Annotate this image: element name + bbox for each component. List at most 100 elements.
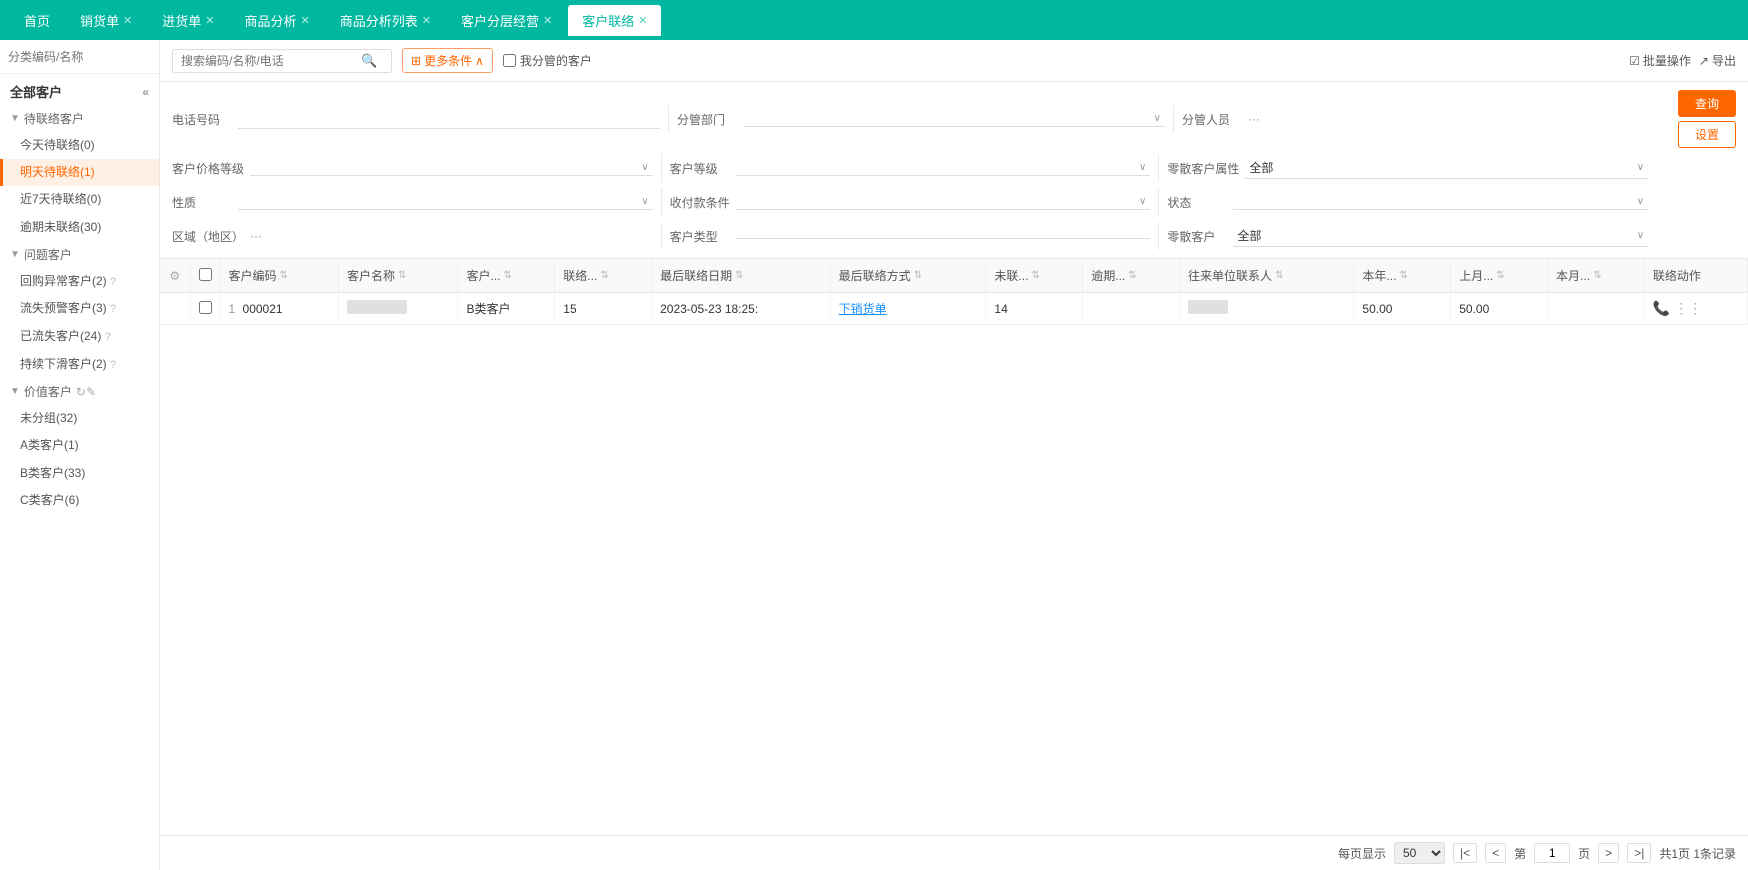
sidebar-item-churn-warning[interactable]: 流失预警客户(3) ? (0, 295, 159, 323)
value-group-refresh-icon[interactable]: ↻ (76, 385, 86, 399)
chevron-down-icon-5: ∨ (641, 196, 648, 207)
nav-purchase-order[interactable]: 进货单 ✕ (148, 5, 228, 36)
sidebar-item-ungrouped[interactable]: 未分组(32) (0, 405, 159, 432)
th-code-sortable[interactable]: 客户编码 ⇅ (229, 267, 331, 284)
setting-button[interactable]: 设置 (1678, 121, 1736, 148)
checkbox-icon: ☑ (1629, 54, 1640, 68)
filter-label-payment: 收付款条件 (670, 194, 730, 211)
export-button[interactable]: ↗ 导出 (1699, 52, 1736, 69)
sort-icon-contacts: ⇅ (600, 270, 608, 281)
th-current-month-sortable[interactable]: 本月... ⇅ (1556, 267, 1636, 284)
filter-divider-8 (1158, 222, 1159, 250)
th-contact-person-sortable[interactable]: 往来单位联系人 ⇅ (1188, 267, 1345, 284)
nav-sales-order[interactable]: 销货单 ✕ (66, 5, 146, 36)
th-checkbox (190, 259, 220, 293)
td-uncontacted: 14 (986, 293, 1083, 325)
sidebar-item-today-pending[interactable]: 今天待联络(0) (0, 132, 159, 159)
filter-input-phone[interactable] (238, 110, 660, 129)
filter-select-retail-attr[interactable]: 全部 ∨ (1245, 157, 1648, 179)
filter-select-customer-type[interactable] (736, 234, 1151, 239)
filter-chevron-icon: ∧ (475, 54, 484, 68)
row-action-phone-icon[interactable]: 📞 (1653, 300, 1670, 317)
customer-name-blurred (347, 300, 407, 314)
gear-icon[interactable]: ⚙ (169, 269, 180, 283)
per-page-select[interactable]: 50 100 200 (1394, 842, 1445, 864)
last-page-button[interactable]: >| (1627, 843, 1651, 863)
query-button[interactable]: 查询 (1678, 90, 1736, 117)
sidebar-item-churned[interactable]: 已流失客户(24) ? (0, 323, 159, 351)
more-filter-button[interactable]: ⊞ 更多条件 ∧ (402, 48, 493, 73)
nav-home[interactable]: 首页 (10, 5, 64, 36)
last-contact-method-link[interactable]: 下销货单 (839, 302, 887, 316)
search-input[interactable] (181, 54, 361, 68)
th-uncontacted-sortable[interactable]: 未联... ⇅ (994, 267, 1074, 284)
sidebar-item-b-class[interactable]: B类客户(33) (0, 460, 159, 487)
pending-group-title[interactable]: ▼ 待联络客户 (0, 105, 159, 132)
nav-customer-layered[interactable]: 客户分层经营 ✕ (447, 5, 566, 36)
filter-select-customer-level[interactable]: ∨ (736, 160, 1151, 176)
th-last-contact-date-sortable[interactable]: 最后联络日期 ⇅ (660, 267, 822, 284)
th-last-month: 上月... ⇅ (1451, 259, 1548, 293)
sidebar-item-c-class[interactable]: C类客户(6) (0, 487, 159, 514)
filter-select-dept[interactable]: ∨ (743, 111, 1165, 127)
filter-select-nature[interactable]: ∨ (238, 194, 653, 210)
nav-customer-contact[interactable]: 客户联络 ✕ (568, 5, 661, 36)
collapse-icon[interactable]: « (142, 85, 149, 99)
filter-dots-region[interactable]: ··· (250, 229, 262, 243)
next-page-button[interactable]: > (1598, 843, 1619, 863)
nav-close-product-analysis[interactable]: ✕ (301, 14, 310, 27)
select-all-checkbox[interactable] (199, 268, 212, 281)
sidebar-item-tomorrow-pending[interactable]: 明天待联络(1) (0, 159, 159, 186)
search-icon[interactable]: 🔍 (361, 53, 377, 69)
filter-select-payment[interactable]: ∨ (736, 194, 1151, 210)
filter-select-retail-customer[interactable]: 全部 ∨ (1233, 225, 1648, 247)
page-number-input[interactable] (1534, 843, 1570, 863)
row-no: 1 (229, 302, 236, 316)
nav-close-product-analysis-list[interactable]: ✕ (422, 14, 431, 27)
th-last-month-sortable[interactable]: 上月... ⇅ (1459, 267, 1539, 284)
filter-dots-manager[interactable]: ··· (1248, 112, 1260, 126)
problem-group-title[interactable]: ▼ 问题客户 (0, 241, 159, 268)
sidebar-search-input[interactable] (8, 50, 160, 64)
filter-label-retail-customer: 零散客户 (1167, 228, 1227, 245)
filter-divider-6 (1158, 188, 1159, 216)
row-checkbox[interactable] (199, 301, 212, 314)
filter-cell-dept: 分管部门 ∨ (677, 111, 1165, 128)
th-contacts-sortable[interactable]: 联络... ⇅ (563, 267, 643, 284)
th-code: 客户编码 ⇅ (220, 259, 339, 293)
th-type-sortable[interactable]: 客户... ⇅ (466, 267, 546, 284)
th-last-contact-method-sortable[interactable]: 最后联络方式 ⇅ (839, 267, 978, 284)
filter-select-status[interactable]: ∨ (1233, 194, 1648, 210)
sidebar-item-week-pending[interactable]: 近7天待联络(0) (0, 186, 159, 213)
th-name-sortable[interactable]: 客户名称 ⇅ (347, 267, 449, 284)
pending-arrow-icon: ▼ (10, 113, 20, 124)
my-customers-checkbox[interactable]: 我分管的客户 (503, 52, 592, 69)
value-group-title[interactable]: ▼ 价值客户 ↻ ✎ (0, 378, 159, 405)
nav-close-purchase-order[interactable]: ✕ (205, 14, 214, 27)
nav-close-customer-layered[interactable]: ✕ (543, 14, 552, 27)
filter-label-phone: 电话号码 (172, 111, 232, 128)
my-customers-check[interactable] (503, 54, 516, 67)
content-area: 🔍 ⊞ 更多条件 ∧ 我分管的客户 ☑ 批量操作 ↗ 导出 (160, 40, 1748, 870)
sidebar-item-declining[interactable]: 持续下滑客户(2) ? (0, 351, 159, 379)
nav-close-sales-order[interactable]: ✕ (123, 14, 132, 27)
row-action-more-icon[interactable]: ⋮⋮ (1674, 300, 1702, 317)
batch-operation-button[interactable]: ☑ 批量操作 (1629, 52, 1691, 69)
nav-product-analysis[interactable]: 商品分析 ✕ (230, 5, 323, 36)
filter-select-price-level[interactable]: ∨ (250, 160, 653, 176)
sidebar-item-a-class[interactable]: A类客户(1) (0, 432, 159, 459)
prev-page-button[interactable]: < (1485, 843, 1506, 863)
filter-divider-2 (1173, 105, 1174, 133)
value-arrow-icon: ▼ (10, 386, 20, 397)
th-current-year-sortable[interactable]: 本年... ⇅ (1362, 267, 1442, 284)
value-group-edit-icon[interactable]: ✎ (86, 385, 96, 399)
td-code: 1 000021 (220, 293, 339, 325)
nav-close-customer-contact[interactable]: ✕ (638, 14, 647, 27)
nav-product-analysis-list[interactable]: 商品分析列表 ✕ (326, 5, 445, 36)
sidebar-item-overdue-pending[interactable]: 逾期未联络(30) (0, 214, 159, 241)
sort-icon-uncontacted: ⇅ (1031, 270, 1039, 281)
first-page-button[interactable]: |< (1453, 843, 1477, 863)
filter-label-status: 状态 (1167, 194, 1227, 211)
sidebar-item-abnormal-repurchase[interactable]: 回购异常客户(2) ? (0, 268, 159, 296)
th-overdue-sortable[interactable]: 逾期... ⇅ (1091, 267, 1171, 284)
